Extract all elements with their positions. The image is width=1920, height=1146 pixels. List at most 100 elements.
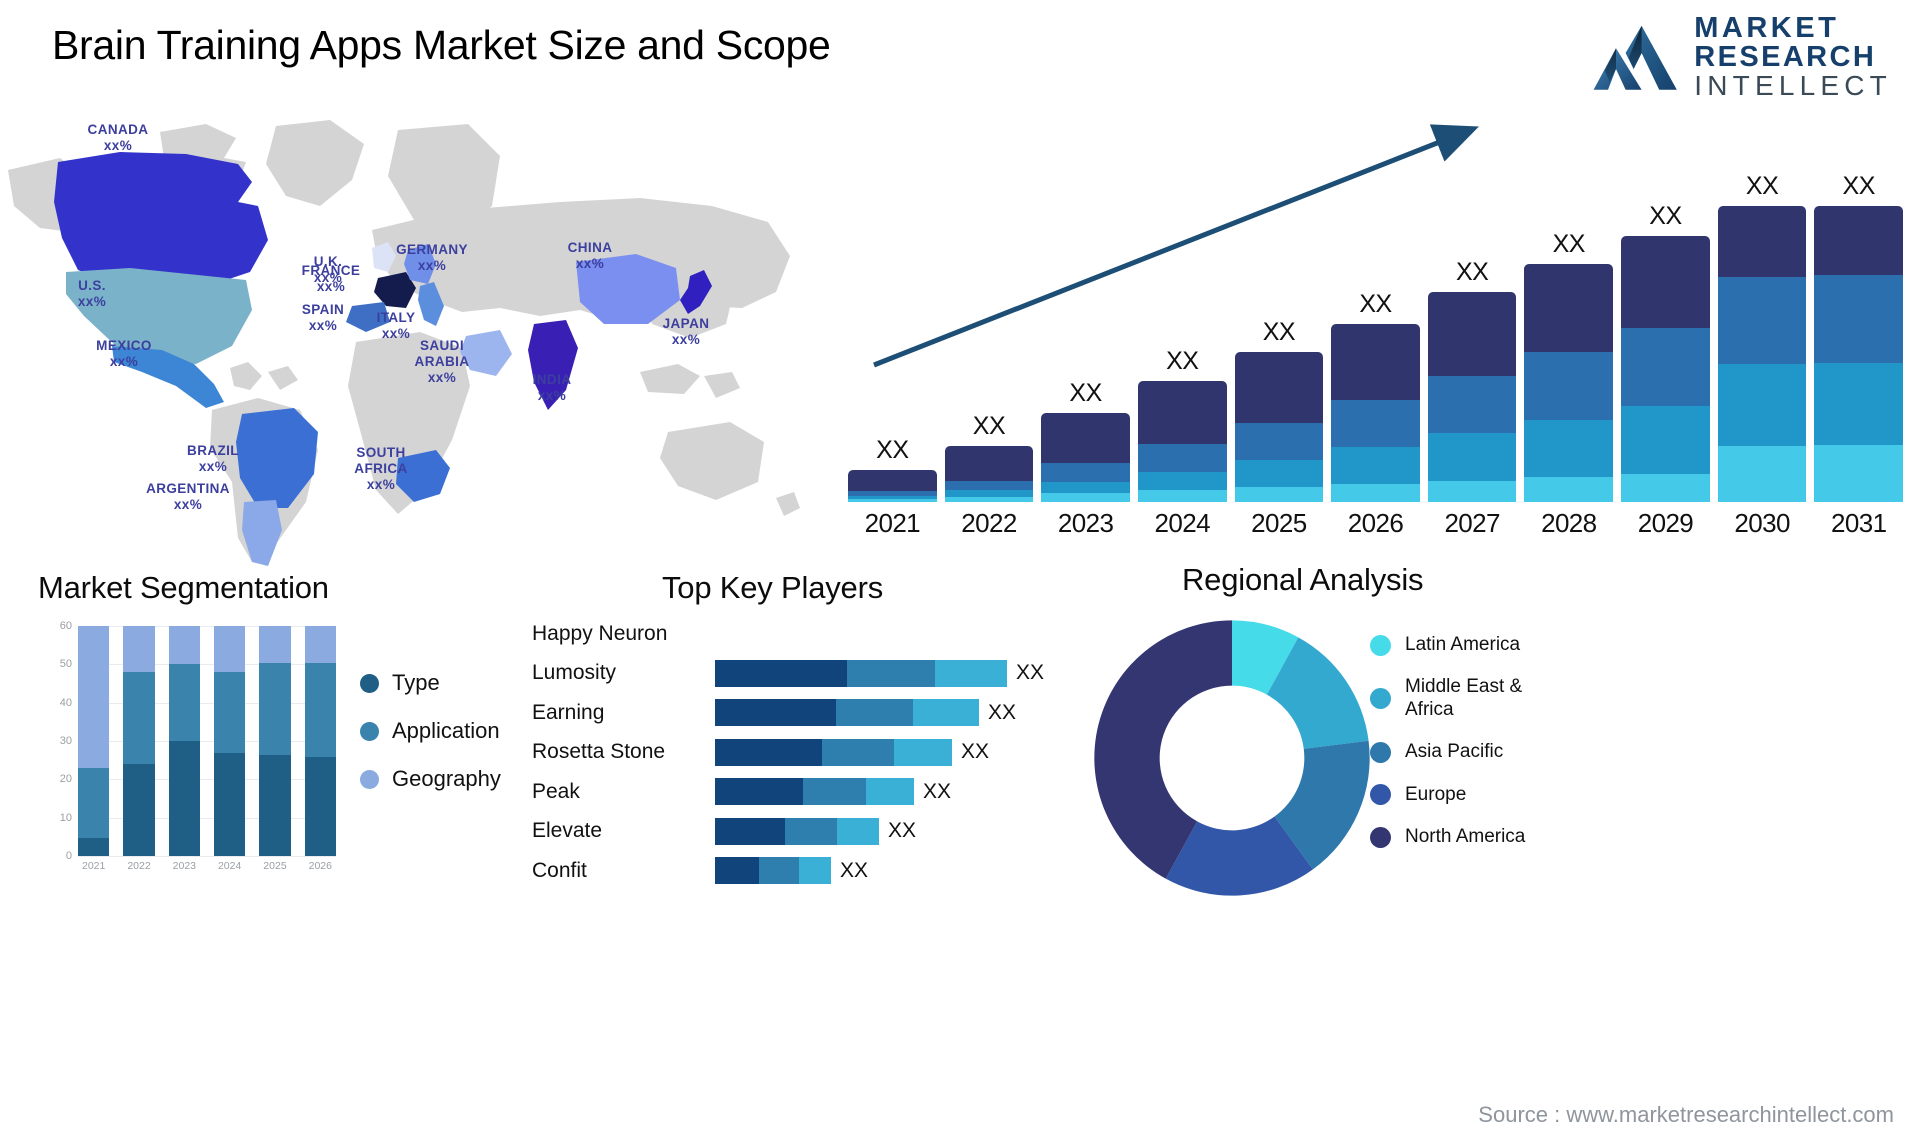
key-player-bar	[715, 817, 879, 845]
growth-bar-segment-segment-4-navy	[944, 446, 1034, 481]
growth-year-label: 2024	[1154, 508, 1211, 538]
segmentation-bar-column	[168, 626, 200, 856]
growth-bar-value-label: XX	[1455, 258, 1489, 286]
growth-bar-segment-segment-3-steel	[1621, 328, 1710, 406]
growth-bar-segment-segment-3-steel	[1814, 275, 1904, 363]
segmentation-bar-column	[123, 626, 155, 856]
key-player-bar-segment	[803, 778, 866, 806]
map-label-name: ITALY	[376, 310, 416, 325]
growth-bar-segment-segment-4-navy	[1717, 206, 1807, 278]
regional-legend-item[interactable]: Europe	[1370, 784, 1555, 806]
map-label-name: ARGENTINA	[146, 481, 230, 496]
growth-bar-segment-segment-3-steel	[1717, 277, 1807, 364]
growth-year-label: 2025	[1251, 508, 1307, 538]
page-title: Brain Training Apps Market Size and Scop…	[52, 22, 831, 68]
segmentation-column-wrap	[168, 626, 200, 856]
regional-legend-label: Latin America	[1405, 634, 1521, 655]
map-label-value: xx%	[575, 255, 605, 271]
growth-bar-value-label: XX	[1359, 290, 1392, 319]
key-player-bar-segment	[715, 778, 803, 806]
segmentation-y-tick: 30	[59, 735, 72, 747]
growth-bar-segment-segment-3-steel	[1427, 375, 1517, 434]
growth-bar-column: XX	[1621, 172, 1710, 502]
regional-legend-item[interactable]: Middle East & Africa	[1370, 676, 1555, 721]
growth-bar-segment-segment-1-cyan	[1331, 483, 1420, 502]
growth-bar-segment-segment-2-blue	[1524, 419, 1614, 478]
segmentation-bars	[78, 625, 336, 856]
logo-line-intellect: INTELLECT	[1694, 70, 1892, 101]
map-label-value: xx%	[77, 293, 107, 309]
growth-bar-segment-segment-2-blue	[1621, 405, 1710, 475]
growth-year-label: 2027	[1444, 508, 1500, 538]
growth-bar-segment-segment-1-cyan	[1041, 493, 1130, 502]
segmentation-column-wrap	[304, 625, 336, 856]
segmentation-legend-item[interactable]: Application	[360, 718, 501, 744]
map-label-value: xx%	[537, 387, 567, 403]
growth-year-label: 2021	[864, 508, 921, 538]
growth-bar-segment-segment-1-cyan	[848, 498, 937, 502]
key-player-bar-segment	[799, 857, 831, 885]
segmentation-legend-item[interactable]: Geography	[360, 766, 501, 792]
logo-line-market: MARKET	[1694, 12, 1840, 44]
growth-bar-segment-segment-3-steel	[1234, 422, 1324, 461]
regional-legend-item[interactable]: Latin America	[1370, 634, 1555, 656]
segmentation-x-tick: 2024	[217, 860, 242, 872]
key-player-row: Earning XX	[520, 693, 1140, 733]
key-player-bar-segment	[822, 738, 894, 766]
segmentation-bar-segment-type	[213, 752, 246, 856]
growth-bar-stack	[1041, 413, 1130, 502]
segmentation-legend-item[interactable]: Type	[360, 670, 501, 696]
segmentation-bar-segment-type	[78, 838, 110, 856]
growth-bar-value-label: XX	[876, 435, 909, 464]
growth-bar-value-label: XX	[1745, 172, 1779, 200]
segmentation-bar-segment-type	[168, 741, 200, 856]
map-label-japan: JAPAN xx%	[663, 316, 710, 348]
infographic-root: Brain Training Apps Market Size and Scop…	[0, 0, 1920, 1146]
key-player-bar-segment	[715, 699, 836, 727]
growth-bar-segment-segment-2-blue	[1814, 362, 1904, 446]
key-player-bar-segment	[913, 699, 979, 727]
key-player-row: Confit XX	[520, 851, 1140, 891]
regional-legend-item[interactable]: North America	[1370, 826, 1555, 848]
legend-swatch-icon	[1370, 784, 1391, 806]
map-label-germany: GERMANY xx%	[396, 242, 468, 274]
segmentation-y-tick: 60	[59, 620, 72, 632]
segmentation-bar-column	[78, 626, 110, 856]
growth-bar-segment-segment-1-cyan	[944, 496, 1034, 502]
regional-legend-item[interactable]: Asia Pacific	[1370, 741, 1555, 763]
growth-bar-column: XX	[848, 172, 937, 502]
key-player-bar	[715, 659, 1007, 687]
key-player-bar-segment	[935, 659, 1007, 687]
regional-legend-label: North America	[1405, 826, 1526, 848]
legend-swatch-icon	[1370, 688, 1391, 710]
growth-bar-segment-segment-4-navy	[1234, 352, 1324, 423]
map-label-name: MEXICO	[96, 338, 152, 353]
segmentation-bar-segment-application	[168, 664, 200, 741]
country-argentina	[242, 500, 282, 566]
map-label-south-africa: SOUTH AFRICA xx%	[354, 445, 407, 493]
key-player-bar-segment	[837, 817, 879, 845]
growth-bar-stack	[848, 469, 937, 502]
segmentation-legend-label: Application	[392, 718, 500, 743]
growth-bar-column: XX	[944, 172, 1034, 502]
key-player-bar-segment	[836, 699, 913, 727]
segmentation-legend-label: Geography	[392, 766, 501, 791]
map-label-france: FRANCE xx%	[302, 263, 361, 295]
segmentation-column-wrap	[213, 626, 246, 856]
segmentation-x-tick: 2023	[172, 860, 196, 872]
segmentation-y-axis: 60 50 40 30 20 10 0	[46, 620, 74, 862]
segmentation-bar-segment-geography	[259, 626, 291, 663]
segmentation-bar-segment-geography	[304, 625, 336, 663]
segmentation-bar-segment-application	[304, 662, 336, 758]
growth-bar-segment-segment-2-blue	[1717, 363, 1807, 446]
growth-bar-segment-segment-4-navy	[848, 469, 937, 492]
key-player-bar-segment	[715, 659, 847, 687]
growth-bar-stack	[944, 446, 1034, 502]
market-segmentation-panel: Market Segmentation 60 50 40 30 20 10 0 2021 20…	[38, 570, 518, 920]
regional-legend-label: Middle East & Africa	[1405, 676, 1523, 720]
growth-year-label: 2023	[1057, 508, 1114, 538]
regional-analysis-panel: Regional Analysis Latin America Middle Ea…	[1094, 562, 1920, 962]
map-label-value: xx%	[198, 458, 228, 474]
growth-bar-segment-segment-4-navy	[1041, 413, 1130, 464]
key-player-name: Earning	[532, 700, 605, 724]
